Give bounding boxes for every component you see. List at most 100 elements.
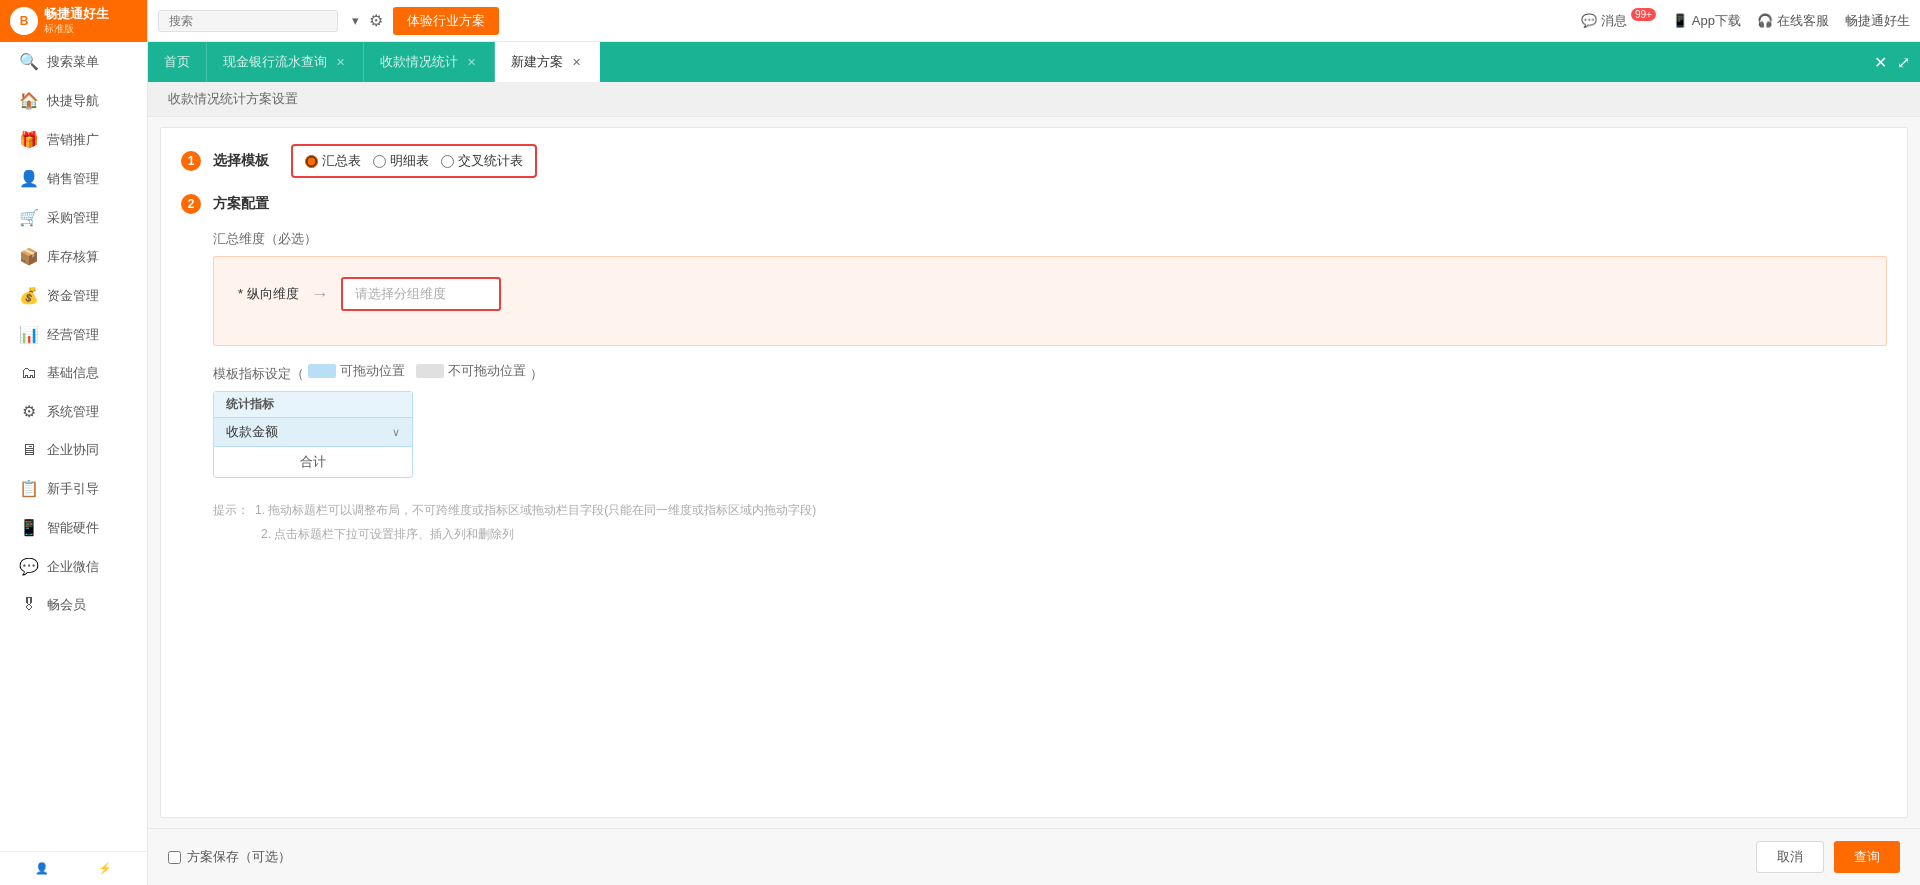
tip-prefix: 提示：: [213, 498, 249, 522]
step1-row: 1 选择模板 汇总表 明细表 交叉统计表: [181, 144, 1887, 178]
trial-btn[interactable]: 体验行业方案: [393, 7, 499, 35]
online-service-btn[interactable]: 🎧 在线客服: [1757, 12, 1829, 30]
notif-label: 消息: [1601, 12, 1627, 30]
stats-box-item[interactable]: 收款金额 ∨: [214, 418, 412, 447]
close-window-icon[interactable]: ✕: [1874, 53, 1887, 72]
sidebar-item-smart-hardware[interactable]: 📱 智能硬件: [0, 508, 147, 547]
sidebar-label-sales: 销售管理: [47, 170, 99, 188]
member-icon: 🎖: [19, 596, 39, 614]
dimension-selector[interactable]: 请选择分组维度: [341, 277, 501, 311]
maximize-window-icon[interactable]: ⤢: [1897, 53, 1910, 72]
sidebar-item-quick-nav[interactable]: 🏠 快捷导航: [0, 81, 147, 120]
logo-text: 畅捷通好生: [44, 6, 109, 22]
service-icon: 🎧: [1757, 13, 1773, 28]
step1-badge: 1: [181, 151, 201, 171]
dimension-arrow-icon: →: [311, 284, 329, 305]
legend-fixed: 不可拖动位置: [416, 362, 526, 380]
sidebar-item-inventory[interactable]: 📦 库存核算: [0, 237, 147, 276]
sidebar-item-beginner-guide[interactable]: 📋 新手引导: [0, 469, 147, 508]
username-area[interactable]: 畅捷通好生: [1845, 12, 1910, 30]
sidebar-item-purchase[interactable]: 🛒 采购管理: [0, 198, 147, 237]
system-icon: ⚙: [19, 402, 39, 421]
tab-bar-actions: ✕ ⤢: [1864, 42, 1920, 82]
stats-box-header: 统计指标: [214, 392, 412, 418]
settings-icon[interactable]: ⚙: [369, 11, 383, 30]
bottom-actions: 取消 查询: [1756, 841, 1900, 873]
sidebar-item-finance[interactable]: 💰 资金管理: [0, 276, 147, 315]
radio-detail[interactable]: 明细表: [373, 152, 429, 170]
sidebar-label-enterprise-wechat: 企业微信: [47, 558, 99, 576]
tab-bank-flow-close-icon[interactable]: ✕: [333, 55, 347, 69]
sidebar-item-enterprise-wechat[interactable]: 💬 企业微信: [0, 547, 147, 586]
main-area: ▾ ⚙ 体验行业方案 💬 消息 99+ 📱 App下载 🎧 在线客服 畅捷通好生: [148, 0, 1920, 885]
step2-row: 2 方案配置: [181, 194, 1887, 214]
tab-bar: 首页 现金银行流水查询 ✕ 收款情况统计 ✕ 新建方案 ✕ ✕ ⤢: [148, 42, 1920, 82]
sidebar-item-sales[interactable]: 👤 销售管理: [0, 159, 147, 198]
notification-btn[interactable]: 💬 消息 99+: [1581, 12, 1656, 30]
tab-home[interactable]: 首页: [148, 42, 207, 82]
tab-collection-stats[interactable]: 收款情况统计 ✕: [364, 42, 495, 82]
cancel-button[interactable]: 取消: [1756, 841, 1824, 873]
basic-info-icon: 🗂: [19, 364, 39, 382]
sidebar-item-system[interactable]: ⚙ 系统管理: [0, 392, 147, 431]
radio-summary-label: 汇总表: [322, 152, 361, 170]
sidebar-item-member[interactable]: 🎖 畅会员: [0, 586, 147, 624]
radio-summary-input[interactable]: [305, 155, 318, 168]
tab-collection-stats-close-icon[interactable]: ✕: [464, 55, 478, 69]
save-plan-checkbox-label[interactable]: 方案保存（可选）: [168, 848, 291, 866]
logo-icon: B: [10, 7, 38, 35]
content-area: 收款情况统计方案设置 1 选择模板 汇总表 明细表: [148, 82, 1920, 885]
sidebar-label-quick-nav: 快捷导航: [47, 92, 99, 110]
app-download-btn[interactable]: 📱 App下载: [1672, 12, 1741, 30]
enterprise-wechat-icon: 💬: [19, 557, 39, 576]
top-header: ▾ ⚙ 体验行业方案 💬 消息 99+ 📱 App下载 🎧 在线客服 畅捷通好生: [148, 0, 1920, 42]
logo-sub: 标准版: [44, 22, 109, 36]
sidebar-item-basic-info[interactable]: 🗂 基础信息: [0, 354, 147, 392]
sidebar-bottom-icon1[interactable]: 👤: [35, 862, 49, 875]
smart-hardware-icon: 📱: [19, 518, 39, 537]
sidebar-nav: 🔍 搜索菜单 🏠 快捷导航 🎁 营销推广 👤 销售管理 🛒 采购管理 📦 库存核…: [0, 42, 147, 851]
tip1-text: 1. 拖动标题栏可以调整布局，不可跨维度或指标区域拖动栏目字段(只能在同一维度或…: [255, 498, 816, 522]
subsection-dimension-title: 汇总维度（必选）: [213, 230, 1887, 248]
form-section: 1 选择模板 汇总表 明细表 交叉统计表: [160, 127, 1908, 818]
stats-box: 统计指标 收款金额 ∨ 合计: [213, 391, 413, 478]
sidebar-item-marketing[interactable]: 🎁 营销推广: [0, 120, 147, 159]
tab-new-plan-close-icon[interactable]: ✕: [569, 55, 583, 69]
page-title: 收款情况统计方案设置: [148, 82, 1920, 117]
dropdown-chevron-icon[interactable]: ▾: [352, 13, 359, 28]
sidebar-label-basic-info: 基础信息: [47, 364, 99, 382]
radio-summary[interactable]: 汇总表: [305, 152, 361, 170]
sidebar-label-smart-hardware: 智能硬件: [47, 519, 99, 537]
tab-new-plan[interactable]: 新建方案 ✕: [495, 42, 600, 82]
tab-bank-flow-label: 现金银行流水查询: [223, 53, 327, 71]
fixed-label: 不可拖动位置: [448, 362, 526, 380]
search-menu-icon: 🔍: [19, 52, 39, 71]
sidebar-item-search-menu[interactable]: 🔍 搜索菜单: [0, 42, 147, 81]
radio-detail-input[interactable]: [373, 155, 386, 168]
radio-cross-label: 交叉统计表: [458, 152, 523, 170]
sidebar-item-enterprise-collab[interactable]: 🖥 企业协同: [0, 431, 147, 469]
subsection-dimension: 汇总维度（必选） * 纵向维度 → 请选择分组维度 模板指标设定（: [213, 230, 1887, 546]
sales-icon: 👤: [19, 169, 39, 188]
step2-badge: 2: [181, 194, 201, 214]
header-right: 💬 消息 99+ 📱 App下载 🎧 在线客服 畅捷通好生: [1581, 12, 1910, 30]
sidebar-label-member: 畅会员: [47, 596, 86, 614]
stats-item-chevron-icon[interactable]: ∨: [392, 426, 400, 439]
radio-cross-input[interactable]: [441, 155, 454, 168]
sidebar-bottom-icon2[interactable]: ⚡: [98, 862, 112, 875]
tab-bank-flow[interactable]: 现金银行流水查询 ✕: [207, 42, 364, 82]
notif-badge: 99+: [1631, 8, 1656, 21]
save-plan-checkbox[interactable]: [168, 851, 181, 864]
sidebar-label-search-menu: 搜索菜单: [47, 53, 99, 71]
stats-box-footer: 合计: [214, 447, 412, 477]
message-icon: 💬: [1581, 13, 1597, 28]
metrics-config-title: 模板指标设定（ 可拖动位置 不可拖动位置 ）: [213, 362, 1887, 383]
finance-icon: 💰: [19, 286, 39, 305]
legend-draggable: 可拖动位置: [308, 362, 405, 380]
draggable-label: 可拖动位置: [340, 362, 405, 380]
query-button[interactable]: 查询: [1834, 841, 1900, 873]
bottom-bar: 方案保存（可选） 取消 查询: [148, 828, 1920, 885]
sidebar-item-operations[interactable]: 📊 经营管理: [0, 315, 147, 354]
radio-cross[interactable]: 交叉统计表: [441, 152, 523, 170]
search-input[interactable]: [158, 10, 338, 32]
